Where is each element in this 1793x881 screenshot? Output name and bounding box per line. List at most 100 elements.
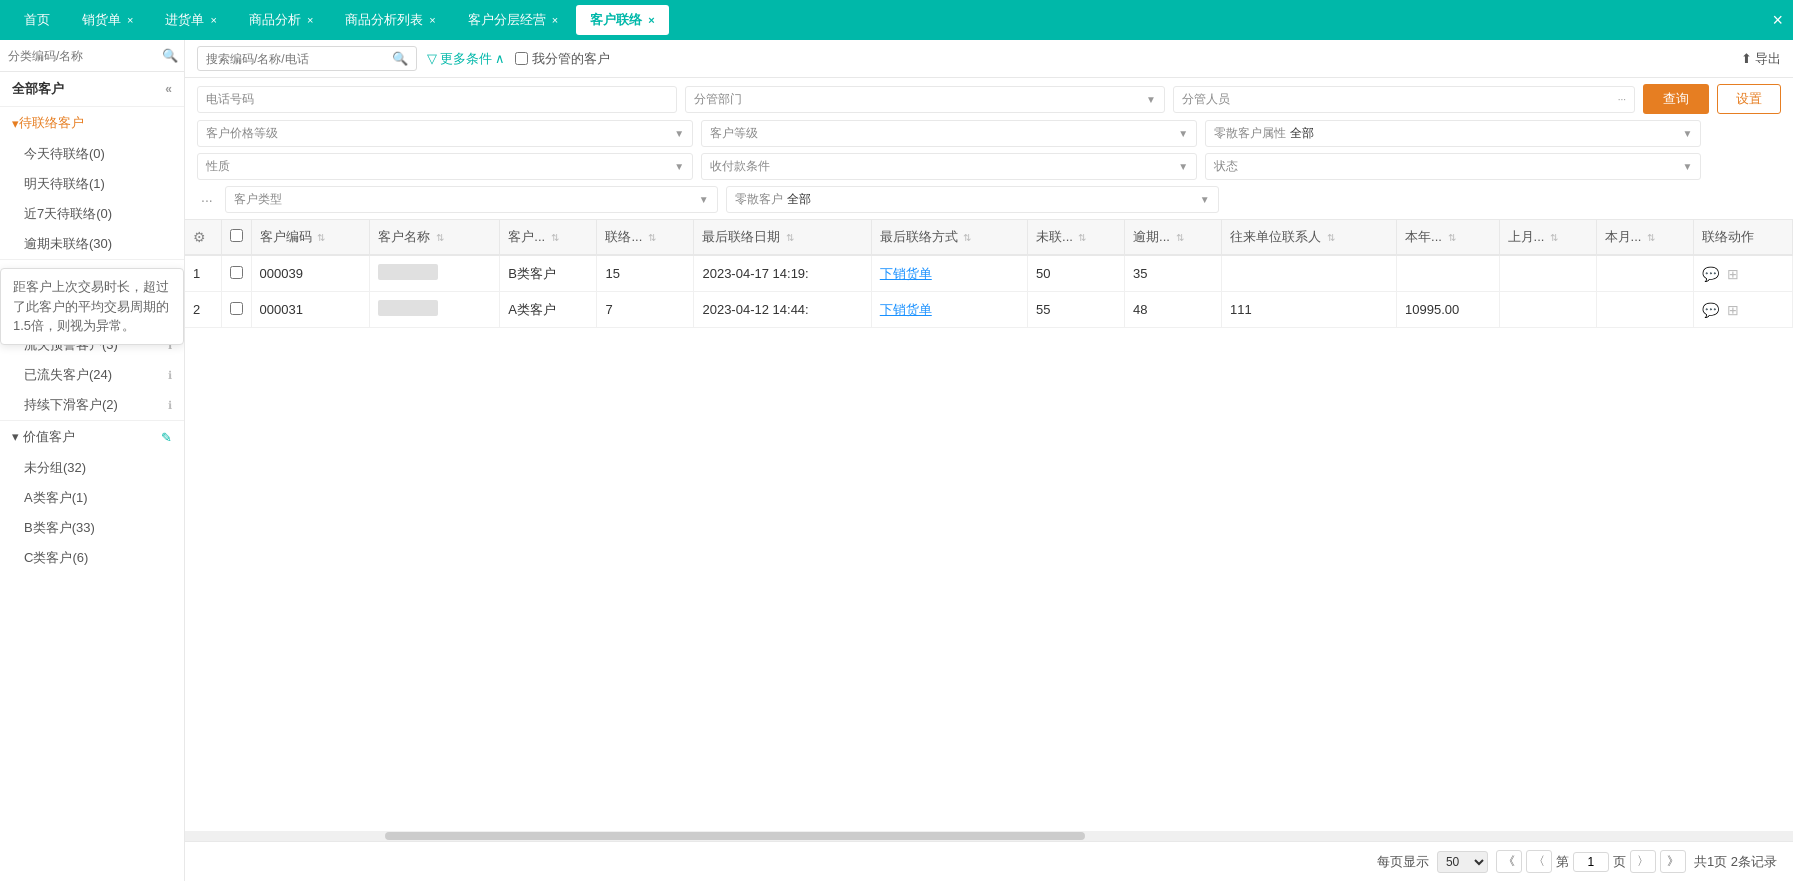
cell-uncontacted-2: 55 (1028, 292, 1125, 328)
prev-page-btn[interactable]: 〈 (1526, 850, 1552, 873)
sidebar-item-tomorrow[interactable]: 明天待联络(1) (0, 169, 184, 199)
col-name: 客户名称 ⇅ (370, 220, 500, 255)
row-checkbox-2[interactable] (230, 302, 243, 315)
sort-this-year-icon[interactable]: ⇅ (1448, 232, 1456, 243)
filter-row-3: 性质 ▼ 收付款条件 ▼ 状态 ▼ (197, 153, 1781, 180)
sort-uncontacted-icon[interactable]: ⇅ (1078, 232, 1086, 243)
last-method-link-1[interactable]: 下销货单 (880, 266, 932, 281)
dept-dropdown-icon: ▼ (1146, 94, 1156, 105)
nav-item-purchase[interactable]: 进货单 × (151, 5, 230, 35)
col-settings: ⚙ (185, 220, 221, 255)
more-conditions-btn[interactable]: ▽ 更多条件 ∧ (427, 50, 505, 68)
col-uncontacted: 未联... ⇅ (1028, 220, 1125, 255)
cust-type-field[interactable]: 客户类型 ▼ (225, 186, 718, 213)
first-page-btn[interactable]: 《 (1496, 850, 1522, 873)
sidebar-search-icon[interactable]: 🔍 (162, 48, 178, 63)
sidebar-item-class-b[interactable]: B类客户(33) (0, 513, 184, 543)
pending-contact-triangle: ▾ (12, 116, 19, 131)
top-nav: 首页 销货单 × 进货单 × 商品分析 × 商品分析列表 × 客户分层经营 × … (0, 0, 1793, 40)
select-all-checkbox[interactable] (230, 229, 243, 242)
horizontal-scrollbar[interactable] (185, 831, 1793, 841)
cell-last-month-1 (1499, 255, 1596, 292)
sidebar-item-7days[interactable]: 近7天待联络(0) (0, 199, 184, 229)
filter-row-2: 客户价格等级 ▼ 客户等级 ▼ 零散客户属性 全部 ▼ (197, 120, 1781, 147)
person-field[interactable]: 分管人员 ··· (1173, 86, 1635, 113)
sidebar-item-overdue[interactable]: 逾期未联络(30) (0, 229, 184, 259)
settings-icon[interactable]: ⚙ (193, 229, 206, 245)
set-button[interactable]: 设置 (1717, 84, 1781, 114)
next-page-btn[interactable]: 〉 (1630, 850, 1656, 873)
sidebar-item-class-a[interactable]: A类客户(1) (0, 483, 184, 513)
sort-last-method-icon[interactable]: ⇅ (963, 232, 971, 243)
chat-icon-2[interactable]: 💬 (1702, 302, 1719, 318)
sidebar-item-ungrouped[interactable]: 未分组(32) (0, 453, 184, 483)
close-sales-icon[interactable]: × (127, 14, 133, 26)
search-icon[interactable]: 🔍 (392, 51, 408, 66)
per-page-select[interactable]: 50 100 200 (1437, 851, 1488, 873)
nav-item-sales[interactable]: 销货单 × (68, 5, 147, 35)
row-checkbox-1[interactable] (230, 266, 243, 279)
nav-item-product-analysis[interactable]: 商品分析 × (235, 5, 327, 35)
sidebar-item-declining[interactable]: 持续下滑客户(2) ℹ (0, 390, 184, 420)
filter-row-4: ··· 客户类型 ▼ 零散客户 全部 ▼ (197, 186, 1781, 213)
retail-attr-field[interactable]: 零散客户属性 全部 ▼ (1205, 120, 1701, 147)
sort-last-date-icon[interactable]: ⇅ (786, 232, 794, 243)
pending-contact-header[interactable]: ▾ 待联络客户 (0, 107, 184, 139)
dept-field[interactable]: 分管部门 ▼ (685, 86, 1165, 113)
close-product-analysis-icon[interactable]: × (307, 14, 313, 26)
grade-field[interactable]: 客户等级 ▼ (701, 120, 1197, 147)
last-page-btn[interactable]: 》 (1660, 850, 1686, 873)
collapse-icon[interactable]: « (165, 82, 172, 96)
pay-field[interactable]: 收付款条件 ▼ (701, 153, 1197, 180)
my-customers-checkbox[interactable] (515, 52, 528, 65)
sort-contact-person-icon[interactable]: ⇅ (1327, 232, 1335, 243)
nav-item-home[interactable]: 首页 (10, 5, 64, 35)
nav-item-customer-tier[interactable]: 客户分层经营 × (454, 5, 572, 35)
sidebar-item-churned[interactable]: 已流失客户(24) ℹ (0, 360, 184, 390)
close-customer-contact-icon[interactable]: × (648, 14, 654, 26)
sidebar-item-class-c[interactable]: C类客户(6) (0, 543, 184, 573)
query-button[interactable]: 查询 (1643, 84, 1709, 114)
filter-row-1: 电话号码 分管部门 ▼ 分管人员 ··· 查询 设置 (197, 84, 1781, 114)
grid-icon-2[interactable]: ⊞ (1727, 302, 1739, 318)
sidebar-item-today[interactable]: 今天待联络(0) (0, 139, 184, 169)
total-label: 共1页 2条记录 (1694, 853, 1777, 871)
export-button[interactable]: ⬆ 导出 (1741, 50, 1781, 68)
nav-item-product-list[interactable]: 商品分析列表 × (331, 5, 449, 35)
chat-icon-1[interactable]: 💬 (1702, 266, 1719, 282)
close-purchase-icon[interactable]: × (210, 14, 216, 26)
window-close-icon[interactable]: × (1772, 10, 1783, 31)
sort-last-month-icon[interactable]: ⇅ (1550, 232, 1558, 243)
my-customers-filter[interactable]: 我分管的客户 (515, 50, 610, 68)
sidebar-search-input[interactable] (8, 49, 158, 63)
close-product-list-icon[interactable]: × (429, 14, 435, 26)
phone-field[interactable]: 电话号码 (197, 86, 677, 113)
value-customers-header[interactable]: ▾ 价值客户 ✎ (0, 420, 184, 453)
retail-field[interactable]: 零散客户 全部 ▼ (726, 186, 1219, 213)
sort-grade-icon[interactable]: ⇅ (551, 232, 559, 243)
scrollbar-thumb[interactable] (385, 832, 1085, 840)
filter-bar: 🔍 ▽ 更多条件 ∧ 我分管的客户 ⬆ 导出 (185, 40, 1793, 78)
sort-contacts-icon[interactable]: ⇅ (648, 232, 656, 243)
sort-code-icon[interactable]: ⇅ (317, 232, 325, 243)
more-dots-btn[interactable]: ··· (201, 192, 213, 208)
page-input[interactable] (1573, 852, 1609, 872)
sort-overdue-icon[interactable]: ⇅ (1176, 232, 1184, 243)
sort-this-month-icon[interactable]: ⇅ (1647, 232, 1655, 243)
last-method-link-2[interactable]: 下销货单 (880, 302, 932, 317)
search-input[interactable] (206, 52, 386, 66)
close-customer-tier-icon[interactable]: × (552, 14, 558, 26)
sort-name-icon[interactable]: ⇅ (436, 232, 444, 243)
price-grade-field[interactable]: 客户价格等级 ▼ (197, 120, 693, 147)
edit-value-icon[interactable]: ✎ (161, 430, 172, 445)
gender-field[interactable]: 性质 ▼ (197, 153, 693, 180)
status-field[interactable]: 状态 ▼ (1205, 153, 1701, 180)
col-checkbox (221, 220, 251, 255)
price-grade-dropdown-icon: ▼ (674, 128, 684, 139)
nav-item-customer-contact[interactable]: 客户联络 × (576, 5, 668, 35)
filter-icon: ▽ (427, 51, 437, 66)
cell-contacts-2: 7 (597, 292, 694, 328)
pending-contact-group: ▾ 待联络客户 今天待联络(0) 明天待联络(1) 近7天待联络(0) 逾期未联… (0, 107, 184, 260)
cell-last-month-2 (1499, 292, 1596, 328)
grid-icon-1[interactable]: ⊞ (1727, 266, 1739, 282)
